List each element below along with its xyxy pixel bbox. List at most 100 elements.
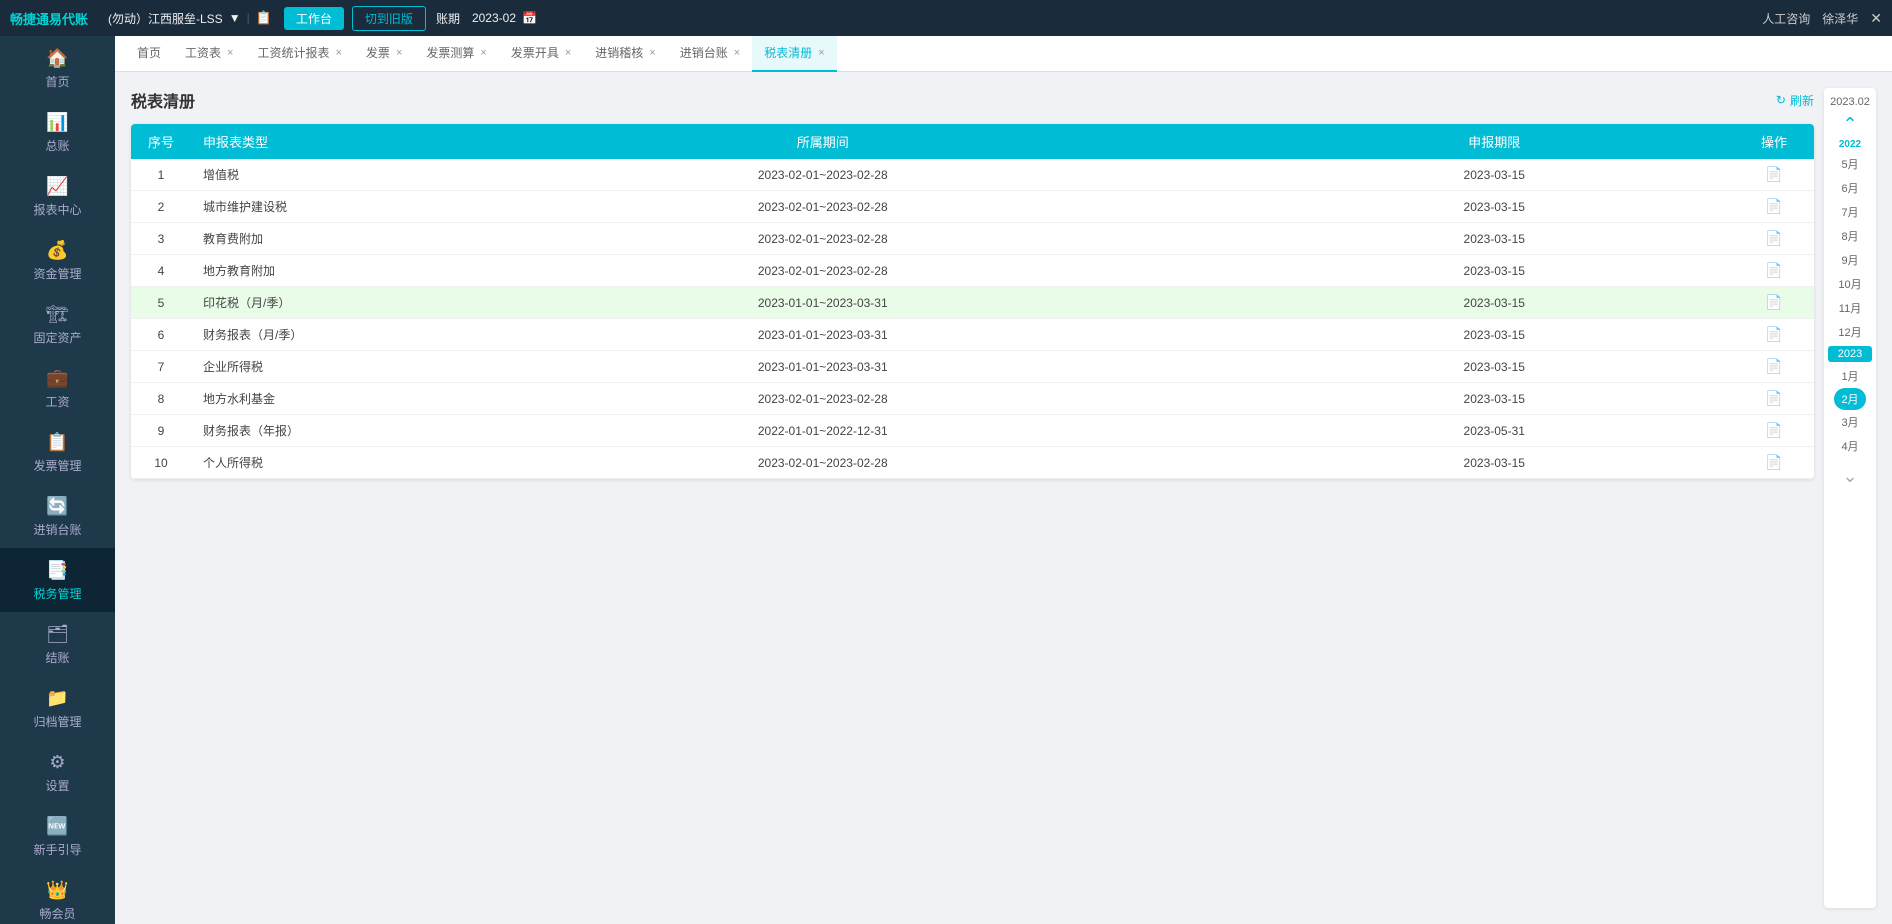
refresh-button[interactable]: ↻ 刷新	[1776, 92, 1814, 109]
sidebar-label-purchase-sale: 进销台账	[33, 521, 81, 538]
close-window-icon[interactable]: ✕	[1870, 10, 1882, 27]
tab-tax-clear-close[interactable]: ×	[818, 47, 824, 59]
sidebar-label-settings: 设置	[45, 777, 69, 794]
cell-deadline: 2023-05-31	[1255, 415, 1735, 447]
timeline-month-2023-3[interactable]: 3月	[1824, 410, 1876, 434]
col-seq: 序号	[131, 124, 191, 159]
timeline-month-2023-4[interactable]: 4月	[1824, 434, 1876, 458]
cell-action: 📄	[1734, 223, 1814, 255]
sidebar-item-report-center[interactable]: 📈 报表中心	[0, 164, 115, 228]
purchase-sale-icon: 🔄	[46, 496, 68, 517]
action-view-icon[interactable]: 📄	[1765, 166, 1782, 182]
sidebar-item-payroll[interactable]: 💼 工资	[0, 356, 115, 420]
tab-payroll-stat[interactable]: 工资统计报表 ×	[245, 36, 353, 72]
tab-invoice[interactable]: 发票 ×	[354, 36, 414, 72]
sidebar-item-fund-mgmt[interactable]: 💰 资金管理	[0, 228, 115, 292]
timeline-month-2023-1[interactable]: 1月	[1824, 364, 1876, 388]
table-row: 3 教育费附加 2023-02-01~2023-02-28 2023-03-15…	[131, 223, 1814, 255]
tab-purchase-ledger[interactable]: 进销台账 ×	[668, 36, 752, 72]
sidebar-item-tax-mgmt[interactable]: 📑 税务管理	[0, 548, 115, 612]
action-view-icon[interactable]: 📄	[1765, 422, 1782, 438]
cell-type: 个人所得税	[191, 447, 391, 479]
tab-purchase-check-close[interactable]: ×	[649, 47, 655, 59]
action-view-icon[interactable]: 📄	[1765, 454, 1782, 470]
cell-action: 📄	[1734, 319, 1814, 351]
timeline-month-2023-2[interactable]: 2月	[1834, 388, 1866, 410]
sidebar-item-settings[interactable]: ⚙ 设置	[0, 740, 115, 804]
sidebar-item-settlement[interactable]: 🗂 结账	[0, 612, 115, 676]
action-view-icon[interactable]: 📄	[1765, 230, 1782, 246]
sidebar-item-new-guide[interactable]: 🆕 新手引导	[0, 804, 115, 868]
sidebar-item-archive-mgmt[interactable]: 📁 归档管理	[0, 676, 115, 740]
cell-action: 📄	[1734, 159, 1814, 191]
timeline-month-2022-7[interactable]: 7月	[1824, 200, 1876, 224]
company-dropdown[interactable]: ▼	[229, 11, 241, 25]
timeline-down-button[interactable]: ⌄	[1840, 464, 1859, 489]
cell-action: 📄	[1734, 287, 1814, 319]
cell-action: 📄	[1734, 415, 1814, 447]
content-area: 首页 工资表 × 工资统计报表 × 发票 × 发票测算 × 发票开具 ×	[115, 36, 1892, 924]
switch-old-button[interactable]: 切到旧版	[352, 6, 426, 31]
sidebar-item-home[interactable]: 🏠 首页	[0, 36, 115, 100]
action-view-icon[interactable]: 📄	[1765, 262, 1782, 278]
tab-payroll[interactable]: 工资表 ×	[173, 36, 245, 72]
cell-seq: 7	[131, 351, 191, 383]
cell-type: 增值税	[191, 159, 391, 191]
calendar-icon[interactable]: 📅	[522, 11, 537, 25]
sidebar-item-fixed-assets[interactable]: 🏗 固定资产	[0, 292, 115, 356]
tab-payroll-close[interactable]: ×	[227, 47, 233, 59]
period-label: 账期	[436, 10, 460, 27]
sidebar-label-fund-mgmt: 资金管理	[33, 265, 81, 282]
settings-icon: ⚙	[49, 752, 65, 773]
tab-invoice-open-close[interactable]: ×	[565, 47, 571, 59]
cell-seq: 4	[131, 255, 191, 287]
main-layout: 🏠 首页 📊 总账 📈 报表中心 💰 资金管理 🏗 固定资产 💼 工资 📋 发票…	[0, 36, 1892, 924]
timeline-up-button[interactable]: ⌃	[1840, 112, 1859, 137]
tab-home[interactable]: 首页	[125, 36, 173, 72]
cell-deadline: 2023-03-15	[1255, 447, 1735, 479]
cell-deadline: 2023-03-15	[1255, 191, 1735, 223]
tab-invoice-query-close[interactable]: ×	[480, 47, 486, 59]
year-2022-label: 2022	[1839, 137, 1861, 152]
sidebar-label-settlement: 结账	[45, 649, 69, 666]
copy-icon: 📋	[256, 10, 272, 26]
tab-invoice-open[interactable]: 发票开具 ×	[499, 36, 583, 72]
action-view-icon[interactable]: 📄	[1765, 326, 1782, 342]
user-name[interactable]: 徐泽华	[1822, 10, 1858, 27]
sidebar-item-purchase-sale[interactable]: 🔄 进销台账	[0, 484, 115, 548]
tab-invoice-close[interactable]: ×	[396, 47, 402, 59]
action-view-icon[interactable]: 📄	[1765, 294, 1782, 310]
ai-consult[interactable]: 人工咨询	[1762, 10, 1810, 27]
new-guide-icon: 🆕	[46, 816, 68, 837]
tab-purchase-check[interactable]: 进销稽核 ×	[583, 36, 667, 72]
tab-payroll-stat-label: 工资统计报表	[257, 44, 329, 61]
timeline-month-2022-10[interactable]: 10月	[1824, 272, 1876, 296]
table-row: 2 城市维护建设税 2023-02-01~2023-02-28 2023-03-…	[131, 191, 1814, 223]
cell-type: 企业所得税	[191, 351, 391, 383]
sidebar-item-member[interactable]: 👑 畅会员	[0, 868, 115, 924]
workbench-button[interactable]: 工作台	[284, 7, 344, 30]
tab-payroll-stat-close[interactable]: ×	[335, 47, 341, 59]
timeline-month-2022-11[interactable]: 11月	[1824, 296, 1876, 320]
tab-purchase-ledger-close[interactable]: ×	[734, 47, 740, 59]
refresh-label: 刷新	[1790, 92, 1814, 109]
sidebar-label-member: 畅会员	[39, 905, 75, 922]
timeline-month-2022-5[interactable]: 5月	[1824, 152, 1876, 176]
timeline-month-2022-12[interactable]: 12月	[1824, 320, 1876, 344]
cell-type: 印花税（月/季）	[191, 287, 391, 319]
action-view-icon[interactable]: 📄	[1765, 390, 1782, 406]
action-view-icon[interactable]: 📄	[1765, 198, 1782, 214]
col-action: 操作	[1734, 124, 1814, 159]
cell-deadline: 2023-03-15	[1255, 159, 1735, 191]
brand-label: 畅捷通易代账	[10, 9, 88, 28]
timeline-month-2022-8[interactable]: 8月	[1824, 224, 1876, 248]
action-view-icon[interactable]: 📄	[1765, 358, 1782, 374]
sidebar-item-general-ledger[interactable]: 📊 总账	[0, 100, 115, 164]
cell-period: 2023-02-01~2023-02-28	[391, 447, 1255, 479]
tab-invoice-query[interactable]: 发票测算 ×	[414, 36, 498, 72]
table-row: 1 增值税 2023-02-01~2023-02-28 2023-03-15 📄	[131, 159, 1814, 191]
timeline-month-2022-9[interactable]: 9月	[1824, 248, 1876, 272]
timeline-month-2022-6[interactable]: 6月	[1824, 176, 1876, 200]
sidebar-item-invoice-mgmt[interactable]: 📋 发票管理	[0, 420, 115, 484]
tab-tax-clear[interactable]: 税表清册 ×	[752, 36, 836, 72]
